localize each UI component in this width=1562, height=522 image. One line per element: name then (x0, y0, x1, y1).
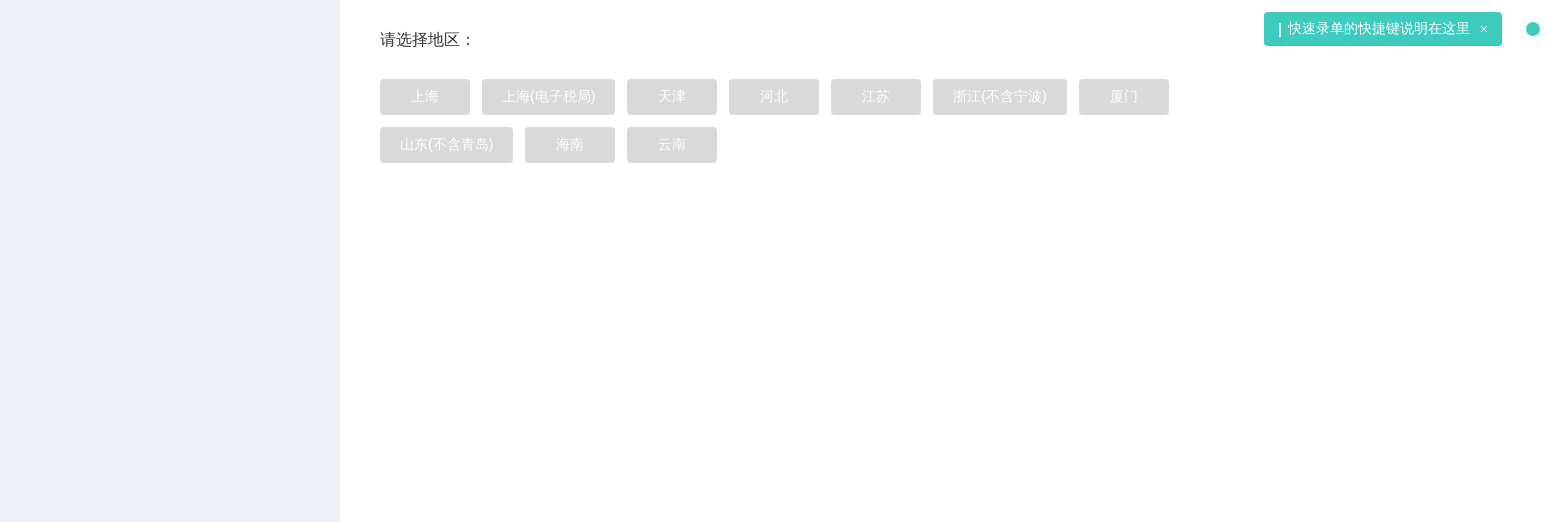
region-btn-xiamen[interactable]: 厦门 (1079, 79, 1169, 115)
tooltip-banner: 快速录单的快捷键说明在这里 × (1264, 12, 1502, 46)
main-content: 请选择地区： 上海 上海(电子税局) 天津 河北 江苏 浙江(不含宁波) 厦门 … (340, 0, 1562, 522)
region-btn-tianjin[interactable]: 天津 (627, 79, 717, 115)
region-btn-zhejiang[interactable]: 浙江(不含宁波) (933, 79, 1066, 115)
tooltip-label: 快速录单的快捷键说明在这里 (1288, 20, 1470, 38)
region-row-2: 山东(不含青岛) 海南 云南 (380, 127, 1522, 163)
region-row-1: 上海 上海(电子税局) 天津 河北 江苏 浙江(不含宁波) 厦门 (380, 79, 1522, 115)
region-btn-yunnan[interactable]: 云南 (627, 127, 717, 163)
region-btn-hebei[interactable]: 河北 (729, 79, 819, 115)
region-btn-shanghai-etax[interactable]: 上海(电子税局) (482, 79, 615, 115)
tooltip-close-button[interactable]: × (1480, 21, 1488, 37)
tooltip-dot (1526, 22, 1540, 36)
region-btn-jiangsu[interactable]: 江苏 (831, 79, 921, 115)
region-btn-shandong[interactable]: 山东(不含青岛) (380, 127, 513, 163)
left-sidebar (0, 0, 340, 522)
region-btn-hainan[interactable]: 海南 (525, 127, 615, 163)
region-btn-shanghai[interactable]: 上海 (380, 79, 470, 115)
